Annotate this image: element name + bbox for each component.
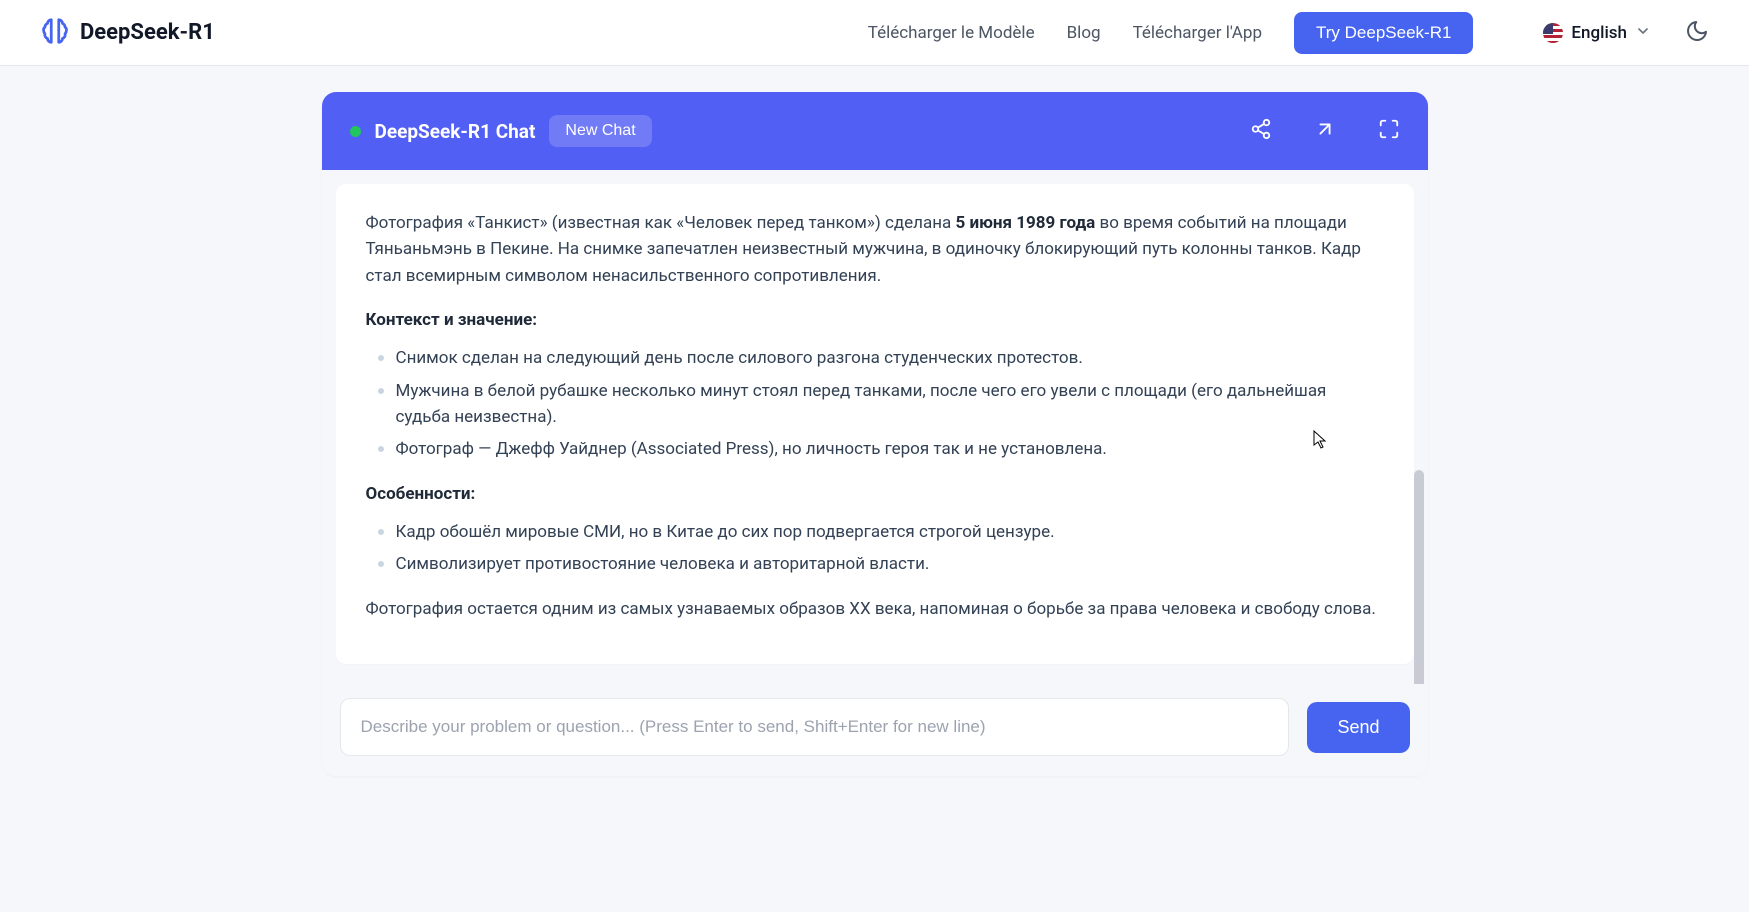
list-item: Кадр обошёл мировые СМИ, но в Китае до с… (396, 519, 1384, 545)
flag-icon (1543, 23, 1563, 43)
list-item: Мужчина в белой рубашке несколько минут … (396, 378, 1384, 431)
message-input[interactable] (361, 717, 1269, 737)
assistant-message: Фотография «Танкист» (известная как «Чел… (336, 184, 1414, 664)
scrollbar[interactable] (1414, 170, 1426, 684)
top-nav: DeepSeek-R1 Télécharger le Modèle Blog T… (0, 0, 1749, 66)
nav-download-app[interactable]: Télécharger l'App (1133, 23, 1262, 43)
message-intro: Фотография «Танкист» (известная как «Чел… (366, 210, 1384, 289)
section2-list: Кадр обошёл мировые СМИ, но в Китае до с… (366, 519, 1384, 578)
fullscreen-icon[interactable] (1378, 118, 1400, 144)
intro-pre: Фотография «Танкист» (известная как «Чел… (366, 213, 956, 233)
list-item: Символизирует противостояние человека и … (396, 551, 1384, 577)
language-label: English (1571, 23, 1627, 43)
nav-download-model[interactable]: Télécharger le Modèle (868, 23, 1035, 43)
brain-icon (40, 16, 70, 50)
list-item: Снимок сделан на следующий день после си… (396, 345, 1384, 371)
status-dot (350, 126, 361, 137)
list-item: Фотограф — Джефф Уайднер (Associated Pre… (396, 436, 1384, 462)
brand-name: DeepSeek-R1 (80, 20, 215, 45)
brand[interactable]: DeepSeek-R1 (40, 16, 215, 50)
section2-title: Особенности: (366, 481, 1384, 507)
message-input-wrapper[interactable] (340, 698, 1290, 756)
expand-icon[interactable] (1314, 118, 1336, 144)
language-switch[interactable]: English (1543, 23, 1651, 43)
scrollbar-thumb[interactable] (1414, 470, 1424, 684)
theme-toggle[interactable] (1685, 19, 1709, 47)
share-icon[interactable] (1250, 118, 1272, 144)
nav-links: Télécharger le Modèle Blog Télécharger l… (868, 12, 1474, 54)
chevron-down-icon (1635, 23, 1651, 43)
section1-title: Контекст и значение: (366, 307, 1384, 333)
chat-panel: DeepSeek-R1 Chat New Chat Фотография «Та… (322, 92, 1428, 776)
message-outro: Фотография остается одним из самых узнав… (366, 596, 1384, 622)
section1-list: Снимок сделан на следующий день после си… (366, 345, 1384, 462)
chat-body: Фотография «Танкист» (известная как «Чел… (322, 170, 1428, 684)
try-button[interactable]: Try DeepSeek-R1 (1294, 12, 1473, 54)
nav-blog[interactable]: Blog (1067, 23, 1101, 43)
intro-bold: 5 июня 1989 года (955, 213, 1095, 233)
new-chat-button[interactable]: New Chat (549, 115, 651, 147)
chat-title: DeepSeek-R1 Chat (375, 120, 536, 143)
composer: Send (322, 684, 1428, 776)
chat-header: DeepSeek-R1 Chat New Chat (322, 92, 1428, 170)
send-button[interactable]: Send (1307, 702, 1409, 753)
